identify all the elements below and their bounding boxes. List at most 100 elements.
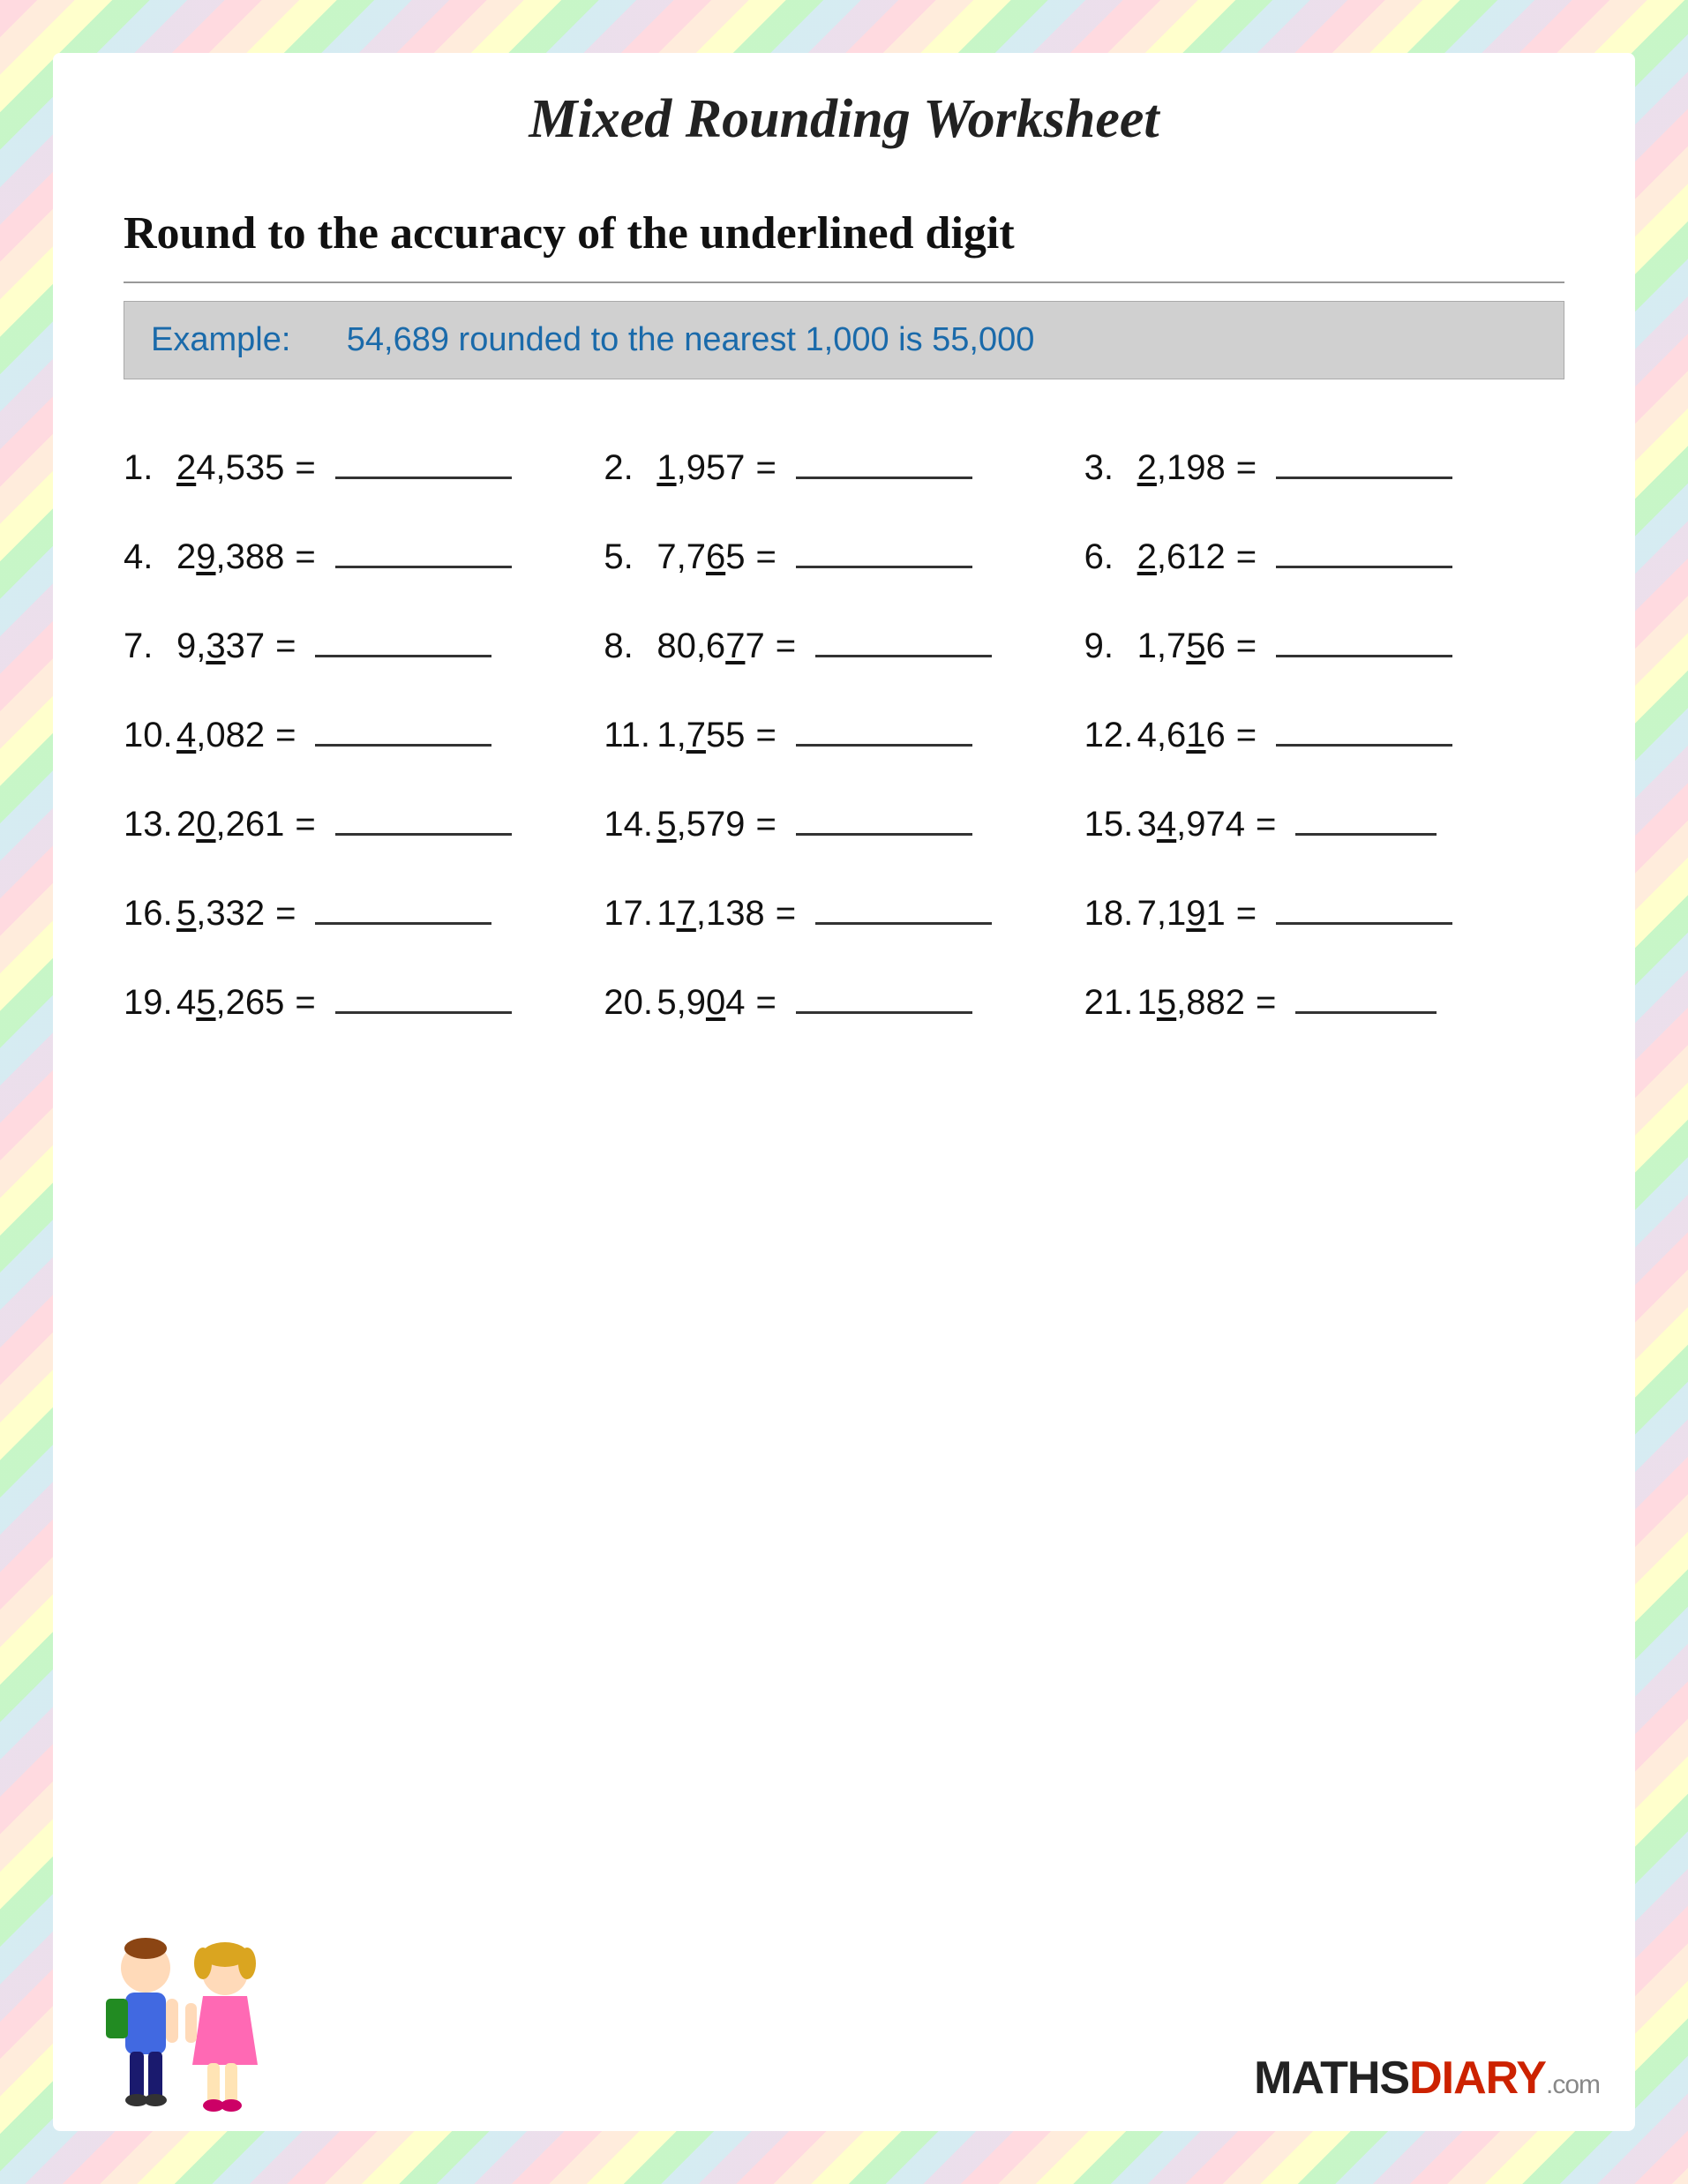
answer-line-9[interactable] [1276,655,1452,657]
problem-expr-17: 17,138 = [656,894,992,934]
problem-8: 8. 80,677 = [604,627,1084,666]
problem-number-7: 7. [124,627,176,666]
problem-number-20: 20. [604,983,656,1023]
answer-line-20[interactable] [796,1011,972,1014]
problem-number-10: 10. [124,716,176,755]
answer-line-4[interactable] [335,566,512,568]
answer-line-14[interactable] [796,833,972,836]
answer-line-15[interactable] [1295,833,1437,836]
problem-number-2: 2. [604,448,656,488]
brand-diary: DIARY [1409,2053,1546,2104]
digit-underlined: 1 [1186,716,1205,755]
brand-com: .com [1546,2070,1600,2099]
answer-line-3[interactable] [1276,477,1452,479]
example-text: 54,689 rounded to the nearest 1,000 is 5… [347,321,1035,358]
problem-row-2: 4. 29,388 = 5. 7,765 = 6. 2,612 = [124,513,1564,602]
problem-expr-7: 9,337 = [176,627,491,666]
answer-line-12[interactable] [1276,744,1452,747]
problem-2: 2. 1,957 = [604,448,1084,488]
digit-underlined: 3 [206,627,225,666]
problem-number-1: 1. [124,448,176,488]
answer-line-17[interactable] [815,922,992,925]
problem-10: 10. 4,082 = [124,716,604,755]
digit-underlined: 6 [706,537,725,577]
problem-number-11: 11. [604,716,656,755]
problem-5: 5. 7,765 = [604,537,1084,577]
problem-number-15: 15. [1084,805,1137,844]
problem-expr-20: 5,904 = [656,983,972,1023]
answer-line-2[interactable] [796,477,972,479]
example-box: Example: 54,689 rounded to the nearest 1… [124,301,1564,379]
digit-underlined: 4 [176,716,196,755]
answer-line-7[interactable] [315,655,491,657]
digit-underlined: 0 [196,805,215,844]
digit-underlined: 9 [1186,894,1205,934]
problem-expr-21: 15,882 = [1137,983,1437,1023]
problem-1: 1. 24,535 = [124,448,604,488]
problem-15: 15. 34,974 = [1084,805,1564,844]
digit-underlined: 7 [686,716,706,755]
problem-expr-5: 7,765 = [656,537,972,577]
problem-number-9: 9. [1084,627,1137,666]
answer-line-1[interactable] [335,477,512,479]
problem-number-5: 5. [604,537,656,577]
answer-line-11[interactable] [796,744,972,747]
problem-number-12: 12. [1084,716,1137,755]
problem-19: 19. 45,265 = [124,983,604,1023]
worksheet: Mixed Rounding Worksheet Round to the ac… [53,53,1635,2131]
problem-9: 9. 1,756 = [1084,627,1564,666]
answer-line-18[interactable] [1276,922,1452,925]
answer-line-10[interactable] [315,744,491,747]
problem-number-19: 19. [124,983,176,1023]
problem-number-14: 14. [604,805,656,844]
problem-6: 6. 2,612 = [1084,537,1564,577]
problem-18: 18. 7,191 = [1084,894,1564,934]
answer-line-21[interactable] [1295,1011,1437,1014]
answer-line-16[interactable] [315,922,491,925]
answer-line-13[interactable] [335,833,512,836]
problem-expr-9: 1,756 = [1137,627,1452,666]
digit-underlined: 4 [1157,805,1176,844]
problem-expr-10: 4,082 = [176,716,491,755]
problem-expr-3: 2,198 = [1137,448,1452,488]
digit-underlined: 2 [1137,448,1157,488]
problem-7: 7. 9,337 = [124,627,604,666]
divider [124,281,1564,283]
digit-underlined: 5 [656,805,676,844]
problem-expr-13: 20,261 = [176,805,512,844]
problem-number-4: 4. [124,537,176,577]
problem-expr-4: 29,388 = [176,537,512,577]
problem-row-1: 1. 24,535 = 2. 1,957 = 3. 2,198 = [124,424,1564,513]
problem-20: 20. 5,904 = [604,983,1084,1023]
brand-logo: MATHSDIARY.com [1254,2052,1600,2105]
problem-expr-2: 1,957 = [656,448,972,488]
problem-17: 17. 17,138 = [604,894,1084,934]
problem-expr-14: 5,579 = [656,805,972,844]
answer-line-8[interactable] [815,655,992,657]
problem-11: 11. 1,755 = [604,716,1084,755]
digit-underlined: 1 [656,448,676,488]
problem-expr-11: 1,755 = [656,716,972,755]
problem-row-5: 13. 20,261 = 14. 5,579 = 15. 34,974 = [124,780,1564,869]
problem-row-6: 16. 5,332 = 17. 17,138 = 18. 7,191 = [124,869,1564,958]
digit-underlined: 0 [706,983,725,1023]
answer-line-5[interactable] [796,566,972,568]
problem-number-13: 13. [124,805,176,844]
problem-4: 4. 29,388 = [124,537,604,577]
digit-underlined: 5 [1186,627,1205,666]
problem-expr-1: 24,535 = [176,448,512,488]
problem-expr-15: 34,974 = [1137,805,1437,844]
problem-expr-16: 5,332 = [176,894,491,934]
digit-underlined: 7 [677,894,696,934]
answer-line-19[interactable] [335,1011,512,1014]
problem-number-3: 3. [1084,448,1137,488]
digit-underlined: 2 [176,448,196,488]
answer-line-6[interactable] [1276,566,1452,568]
problem-number-18: 18. [1084,894,1137,934]
problem-3: 3. 2,198 = [1084,448,1564,488]
problem-row-7: 19. 45,265 = 20. 5,904 = 21. 15,882 = [124,958,1564,1047]
page-title: Mixed Rounding Worksheet [124,88,1564,151]
problem-expr-8: 80,677 = [656,627,992,666]
problem-expr-19: 45,265 = [176,983,512,1023]
problem-expr-6: 2,612 = [1137,537,1452,577]
